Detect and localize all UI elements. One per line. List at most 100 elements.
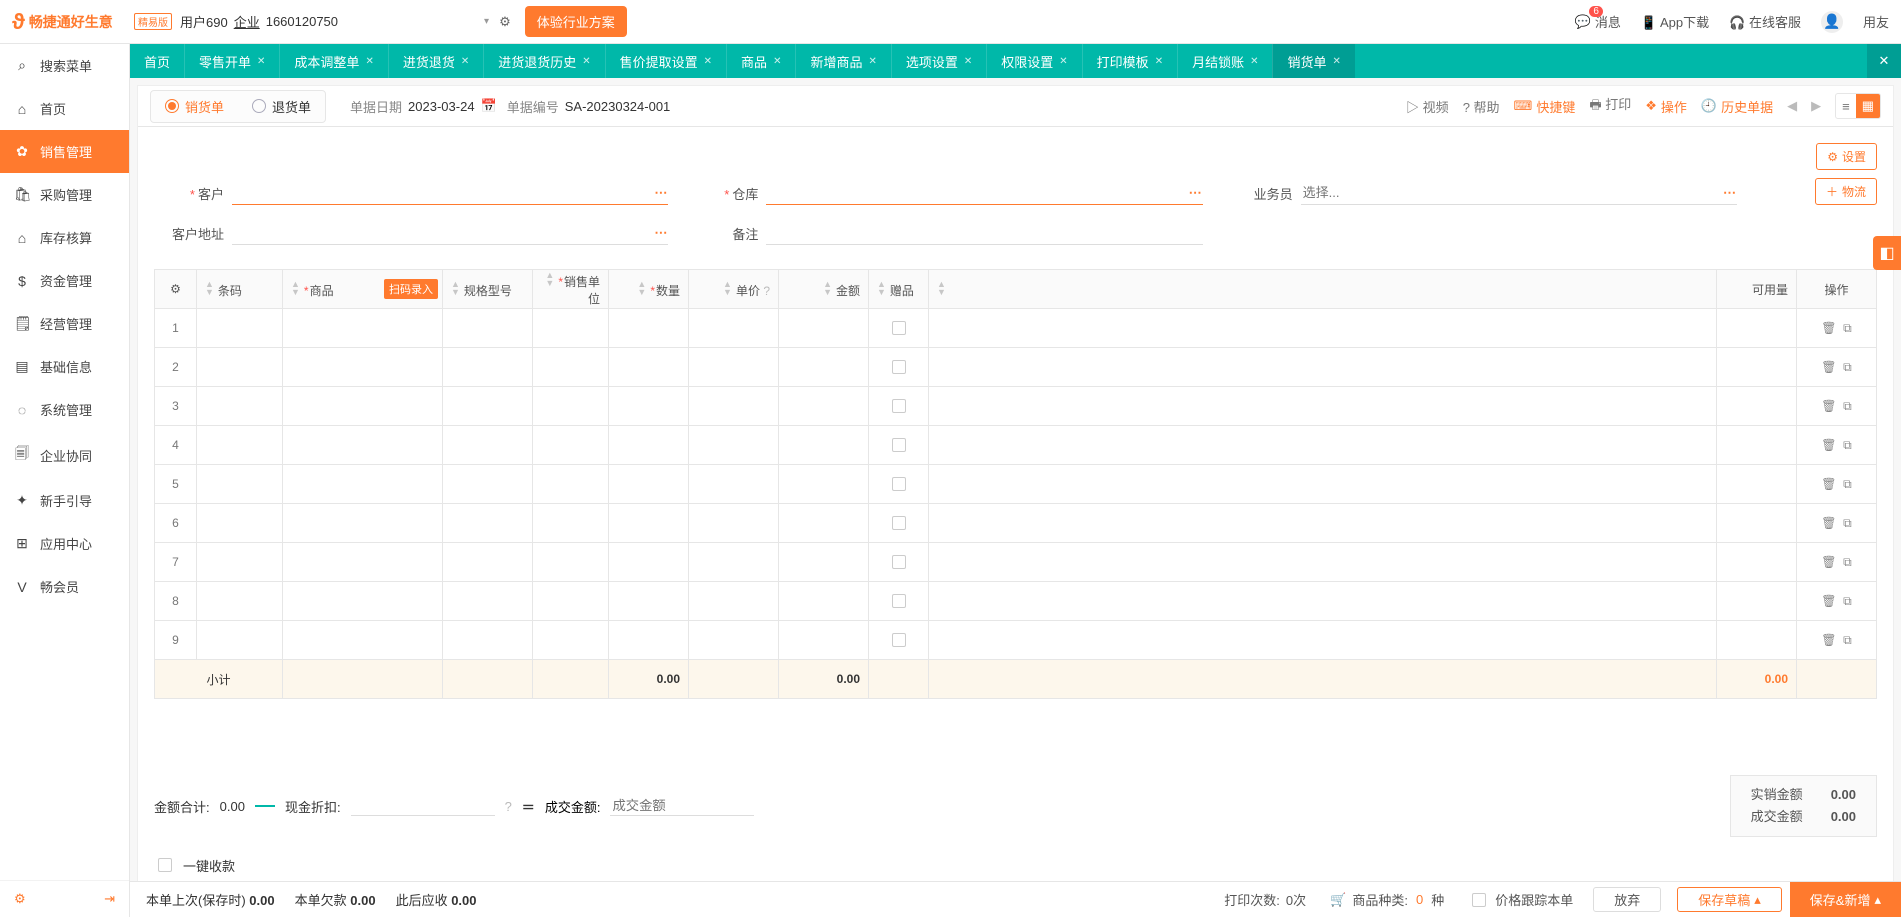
nav-tab[interactable]: 首页 [130, 44, 184, 78]
cash-discount-input[interactable] [351, 796, 495, 816]
support-link[interactable]: 🎧 在线客服 [1729, 12, 1801, 31]
close-icon[interactable]: ✕ [868, 56, 876, 67]
side-expand-tab[interactable]: ◧ [1873, 236, 1901, 270]
table-row[interactable]: 2🗑 ⧉ [155, 348, 1877, 387]
sidenav-item[interactable]: $资金管理 [0, 259, 129, 302]
gift-checkbox[interactable] [892, 594, 906, 608]
nav-tab[interactable]: 新增商品✕ [795, 44, 890, 78]
col-amount[interactable]: ▲▼金额 [779, 270, 869, 309]
view-grid-icon[interactable]: ▦ [1856, 94, 1880, 118]
sidenav-item[interactable]: ⌂库存核算 [0, 216, 129, 259]
gift-checkbox[interactable] [892, 321, 906, 335]
copy-row-icon[interactable]: ⧉ [1843, 594, 1852, 608]
discard-button[interactable]: 放弃 [1593, 887, 1661, 912]
nav-tab[interactable]: 进货退货✕ [388, 44, 483, 78]
col-barcode[interactable]: ▲▼条码 [197, 270, 283, 309]
gift-checkbox[interactable] [892, 555, 906, 569]
calendar-icon[interactable]: 📅 [481, 98, 497, 114]
delete-row-icon[interactable]: 🗑 [1821, 594, 1836, 608]
table-row[interactable]: 9🗑 ⧉ [155, 621, 1877, 660]
sidenav-item[interactable]: ✦新手引导 [0, 479, 129, 522]
copy-row-icon[interactable]: ⧉ [1843, 516, 1852, 530]
nav-tab[interactable]: 月结锁账✕ [1177, 44, 1272, 78]
copy-row-icon[interactable]: ⧉ [1843, 321, 1852, 335]
col-unit[interactable]: ▲▼*销售单位 [533, 270, 609, 309]
copy-row-icon[interactable]: ⧉ [1843, 360, 1852, 374]
customer-input[interactable] [232, 181, 668, 205]
nav-tab[interactable]: 权限设置✕ [986, 44, 1081, 78]
prev-doc[interactable]: ◀ [1787, 98, 1797, 114]
gift-checkbox[interactable] [892, 633, 906, 647]
table-row[interactable]: 8🗑 ⧉ [155, 582, 1877, 621]
nav-tab[interactable]: 零售开单✕ [184, 44, 279, 78]
close-icon[interactable]: ✕ [704, 56, 712, 67]
gift-checkbox[interactable] [892, 477, 906, 491]
one-click-collect-checkbox[interactable] [158, 858, 172, 872]
username[interactable]: 用友 [1863, 12, 1889, 31]
delete-row-icon[interactable]: 🗑 [1821, 633, 1836, 647]
view-list-icon[interactable]: ≡ [1836, 94, 1856, 118]
gift-checkbox[interactable] [892, 516, 906, 530]
sidenav-item[interactable]: 🗒经营管理 [0, 302, 129, 345]
doc-type-switch[interactable]: 销货单 退货单 [150, 90, 326, 123]
col-spec[interactable]: ▲▼规格型号 [443, 270, 533, 309]
sidenav-item[interactable]: ◌系统管理 [0, 388, 129, 431]
col-spare[interactable]: ▲▼ [929, 270, 1717, 309]
doc-date-value[interactable]: 2023-03-24 [408, 99, 475, 114]
nav-tab[interactable]: 打印模板✕ [1082, 44, 1177, 78]
close-icon[interactable]: ✕ [257, 56, 265, 67]
avatar[interactable]: 👤 [1821, 11, 1843, 33]
copy-row-icon[interactable]: ⧉ [1843, 399, 1852, 413]
nav-tab[interactable]: 成本调整单✕ [279, 44, 387, 78]
sidenav-item[interactable]: ✿销售管理 [0, 130, 129, 173]
view-toggle[interactable]: ≡ ▦ [1835, 93, 1881, 119]
help-link[interactable]: ? 帮助 [1463, 97, 1500, 116]
print-link[interactable]: 🖶 打印 [1589, 94, 1631, 118]
close-icon[interactable]: ✕ [1333, 56, 1341, 67]
collapse-icon[interactable]: ⇥ [104, 891, 115, 907]
close-icon[interactable]: ✕ [1155, 56, 1163, 67]
nav-tab[interactable]: 销货单✕ [1272, 44, 1354, 78]
delete-row-icon[interactable]: 🗑 [1821, 477, 1836, 491]
table-row[interactable]: 6🗑 ⧉ [155, 504, 1877, 543]
copy-row-icon[interactable]: ⧉ [1843, 477, 1852, 491]
table-row[interactable]: 7🗑 ⧉ [155, 543, 1877, 582]
price-track-checkbox[interactable] [1472, 893, 1486, 907]
close-all-tabs[interactable]: ✕ [1867, 44, 1901, 78]
help-icon[interactable]: ? [505, 799, 512, 814]
doc-type-sale[interactable]: 销货单 [151, 91, 238, 122]
logistics-button[interactable]: ＋ 物流 [1815, 178, 1877, 205]
next-doc[interactable]: ▶ [1811, 98, 1821, 114]
sidenav-item[interactable]: 🛍采购管理 [0, 173, 129, 216]
nav-tab[interactable]: 选项设置✕ [891, 44, 986, 78]
copy-row-icon[interactable]: ⧉ [1843, 633, 1852, 647]
col-product[interactable]: ▲▼*商品扫码录入 [283, 270, 443, 309]
col-price[interactable]: ▲▼单价 ? [689, 270, 779, 309]
close-icon[interactable]: ✕ [964, 56, 972, 67]
line-items-scroll[interactable]: ⚙ ▲▼条码 ▲▼*商品扫码录入 ▲▼规格型号 ▲▼*销售单位 ▲▼*数量 ▲▼… [138, 269, 1893, 763]
close-icon[interactable]: ✕ [773, 56, 781, 67]
chevron-down-icon[interactable]: ▾ [484, 16, 489, 27]
gear-icon[interactable]: ⚙ [499, 14, 511, 30]
salesperson-picker[interactable]: ⋯ [1723, 185, 1737, 201]
doc-type-return[interactable]: 退货单 [238, 91, 325, 122]
gift-checkbox[interactable] [892, 360, 906, 374]
tenant-switcher[interactable]: 用户690企业1660120750 ▾ [180, 12, 489, 31]
scan-entry-tag[interactable]: 扫码录入 [384, 279, 438, 299]
sidenav-item[interactable]: V畅会员 [0, 565, 129, 608]
gift-checkbox[interactable] [892, 438, 906, 452]
shortcut-link[interactable]: ⌨ 快捷键 [1514, 97, 1576, 116]
nav-tab[interactable]: 售价提取设置✕ [605, 44, 726, 78]
col-gift[interactable]: ▲▼赠品 [869, 270, 929, 309]
address-picker[interactable]: ⋯ [654, 225, 668, 241]
history-link[interactable]: 🕘 历史单据 [1701, 97, 1773, 116]
close-icon[interactable]: ✕ [582, 56, 590, 67]
remark-input[interactable] [766, 221, 1202, 245]
table-row[interactable]: 3🗑 ⧉ [155, 387, 1877, 426]
col-qty[interactable]: ▲▼*数量 [609, 270, 689, 309]
settings-button[interactable]: ⚙ 设置 [1816, 143, 1877, 170]
sidenav-item[interactable]: ⊞应用中心 [0, 522, 129, 565]
nav-tab[interactable]: 商品✕ [726, 44, 795, 78]
video-link[interactable]: ▷ 视频 [1406, 97, 1449, 116]
messages-link[interactable]: 💬 消息 6 [1575, 12, 1621, 31]
